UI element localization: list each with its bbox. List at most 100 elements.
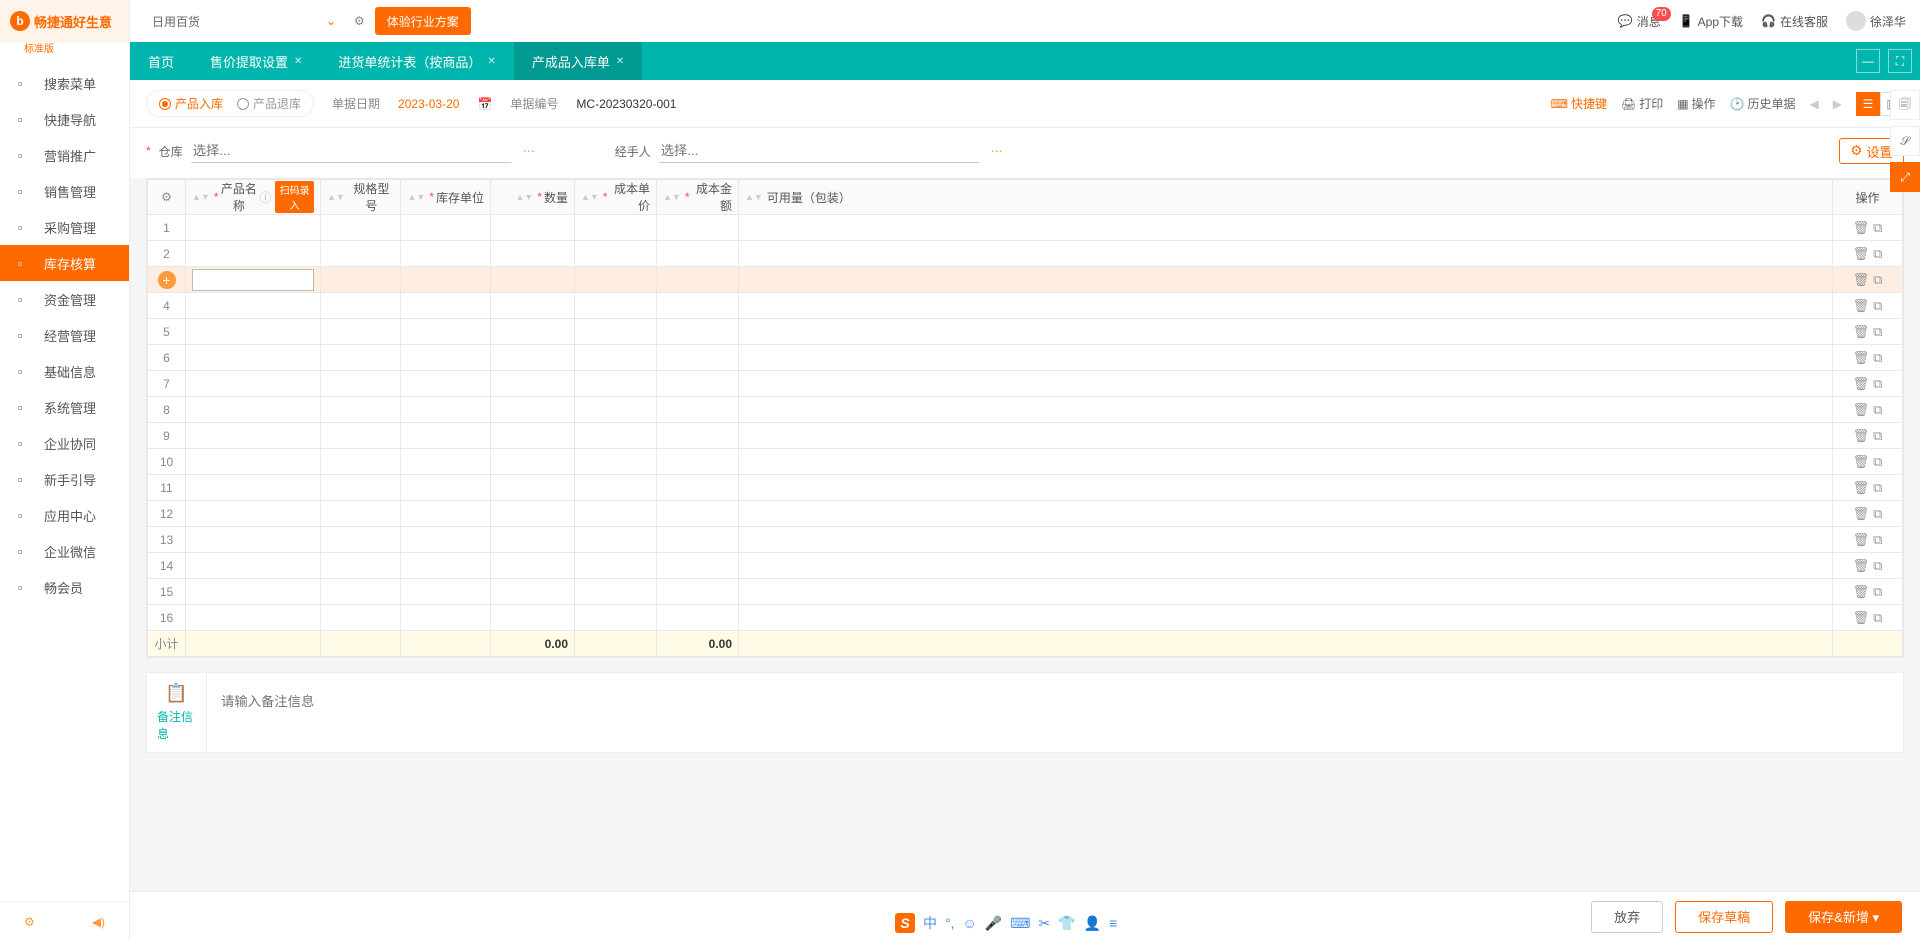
col-qty[interactable]: ▲▼*数量 [491,180,575,215]
quickkey-button[interactable]: ⌨ 快捷键 [1551,95,1607,112]
col-unit[interactable]: ▲▼*库存单位 [401,180,491,215]
delete-row-icon[interactable]: 🗑 [1853,402,1870,417]
product-name-input[interactable] [192,269,314,291]
delete-row-icon[interactable]: 🗑 [1853,454,1870,469]
copy-row-icon[interactable]: ⧉ [1873,558,1882,573]
sidebar-item-coop[interactable]: ▫企业协同 [0,425,129,461]
close-icon[interactable]: ✕ [616,56,624,67]
col-config[interactable]: ⚙ [148,180,186,215]
table-row[interactable]: 13🗑⧉ [148,527,1903,553]
table-row[interactable]: 15🗑⧉ [148,579,1903,605]
col-available[interactable]: ▲▼可用量（包装） [739,180,1833,215]
delete-row-icon[interactable]: 🗑 [1853,298,1870,313]
sidebar-item-sys[interactable]: ▫系统管理 [0,389,129,425]
copy-row-icon[interactable]: ⧉ [1873,506,1882,521]
sidebar-item-fund[interactable]: ▫资金管理 [0,281,129,317]
ime-menu-icon[interactable]: ≡ [1109,915,1117,931]
ime-clip-icon[interactable]: ✂ [1038,915,1050,932]
sidebar-item-guide[interactable]: ▫新手引导 [0,461,129,497]
tab-item[interactable]: 进货单统计表（按商品）✕ [320,42,513,80]
rail-expand-icon[interactable]: ⤢ [1890,162,1920,192]
sidebar-item-sale[interactable]: ▫销售管理 [0,173,129,209]
copy-row-icon[interactable]: ⧉ [1873,298,1882,313]
table-row[interactable]: + 🗑⧉ [148,267,1903,293]
messages-button[interactable]: 💬 消息 70 [1618,13,1661,30]
rail-doc-icon[interactable]: 🗐 [1890,90,1920,120]
copy-row-icon[interactable]: ⧉ [1873,246,1882,261]
table-row[interactable]: 4🗑⧉ [148,293,1903,319]
table-row[interactable]: 14🗑⧉ [148,553,1903,579]
copy-row-icon[interactable]: ⧉ [1873,610,1882,625]
table-row[interactable]: 5🗑⧉ [148,319,1903,345]
table-row[interactable]: 8🗑⧉ [148,397,1903,423]
scan-tag[interactable]: 扫码录入 [275,181,314,213]
copy-row-icon[interactable]: ⧉ [1873,220,1882,235]
col-product-name[interactable]: ▲▼ * 产品名称 ⓘ 扫码录入 [186,180,321,215]
tab-item[interactable]: 售价提取设置✕ [192,42,320,80]
calendar-icon[interactable]: 📅 [477,97,492,111]
delete-row-icon[interactable]: 🗑 [1853,610,1870,625]
delete-row-icon[interactable]: 🗑 [1853,324,1870,339]
remark-input[interactable] [207,673,1903,752]
save-draft-button[interactable]: 保存草稿 [1675,901,1773,933]
delete-row-icon[interactable]: 🗑 [1853,272,1870,287]
radio-product-out[interactable]: 产品退库 [237,95,301,112]
copy-row-icon[interactable]: ⧉ [1873,350,1882,365]
tab-minimize-button[interactable]: — [1856,49,1880,73]
ime-user-icon[interactable]: 👤 [1084,915,1101,932]
history-button[interactable]: 🕑 历史单据 [1730,95,1796,112]
delete-row-icon[interactable]: 🗑 [1853,246,1870,261]
ime-icon[interactable]: °, [945,915,955,931]
warehouse-more-icon[interactable]: ⋯ [523,144,535,158]
table-row[interactable]: 6🗑⧉ [148,345,1903,371]
top-gear-icon[interactable]: ⚙ [354,14,365,28]
copy-row-icon[interactable]: ⧉ [1873,376,1882,391]
save-new-button[interactable]: 保存&新增 ▾ [1785,901,1902,933]
ime-lang[interactable]: 中 [923,913,937,933]
ime-emoji-icon[interactable]: ☺ [963,915,977,931]
sidebar-item-buy[interactable]: ▫采购管理 [0,209,129,245]
delete-row-icon[interactable]: 🗑 [1853,350,1870,365]
tab-item[interactable]: 产成品入库单✕ [514,42,642,80]
view-list-button[interactable]: ☰ [1856,92,1880,116]
sidebar-item-apps[interactable]: ▫应用中心 [0,497,129,533]
delete-row-icon[interactable]: 🗑 [1853,376,1870,391]
copy-row-icon[interactable]: ⧉ [1873,272,1882,287]
tab-item[interactable]: 首页 [130,42,192,80]
copy-row-icon[interactable]: ⧉ [1873,324,1882,339]
ime-keyboard-icon[interactable]: ⌨ [1010,915,1030,932]
next-icon[interactable]: ▶ [1833,97,1842,111]
user-menu[interactable]: 徐泽华 [1846,11,1906,31]
business-select[interactable]: 日用百货 ⌄ [144,7,344,35]
gear-icon[interactable]: ⚙ [24,915,35,929]
copy-row-icon[interactable]: ⧉ [1873,454,1882,469]
appdownload-button[interactable]: 📱 App下载 [1679,13,1743,30]
handler-input[interactable] [659,139,979,163]
close-icon[interactable]: ✕ [487,56,495,67]
copy-row-icon[interactable]: ⧉ [1873,402,1882,417]
copy-row-icon[interactable]: ⧉ [1873,480,1882,495]
table-row[interactable]: 9🗑⧉ [148,423,1903,449]
sidebar-item-base[interactable]: ▫基础信息 [0,353,129,389]
copy-row-icon[interactable]: ⧉ [1873,428,1882,443]
help-icon[interactable]: ⓘ [259,189,271,206]
delete-row-icon[interactable]: 🗑 [1853,506,1870,521]
close-icon[interactable]: ✕ [294,56,302,67]
delete-row-icon[interactable]: 🗑 [1853,532,1870,547]
table-row[interactable]: 10🗑⧉ [148,449,1903,475]
delete-row-icon[interactable]: 🗑 [1853,584,1870,599]
tab-expand-button[interactable]: ⛶ [1888,49,1912,73]
discard-button[interactable]: 放弃 [1591,901,1663,933]
delete-row-icon[interactable]: 🗑 [1853,428,1870,443]
operate-button[interactable]: ▦ 操作 [1677,95,1715,112]
add-row-button[interactable]: + [158,271,176,289]
delete-row-icon[interactable]: 🗑 [1853,558,1870,573]
sidebar-item-mkt[interactable]: ▫营销推广 [0,137,129,173]
table-row[interactable]: 2🗑⧉ [148,241,1903,267]
rail-link-icon[interactable]: 𝓢 [1890,126,1920,156]
sidebar-item-nav[interactable]: ▫快捷导航 [0,101,129,137]
prev-icon[interactable]: ◀ [1810,97,1819,111]
sidebar-item-wecom[interactable]: ▫企业微信 [0,533,129,569]
handler-more-icon[interactable]: ⋯ [991,144,1003,158]
date-value[interactable]: 2023-03-20 [398,97,459,111]
